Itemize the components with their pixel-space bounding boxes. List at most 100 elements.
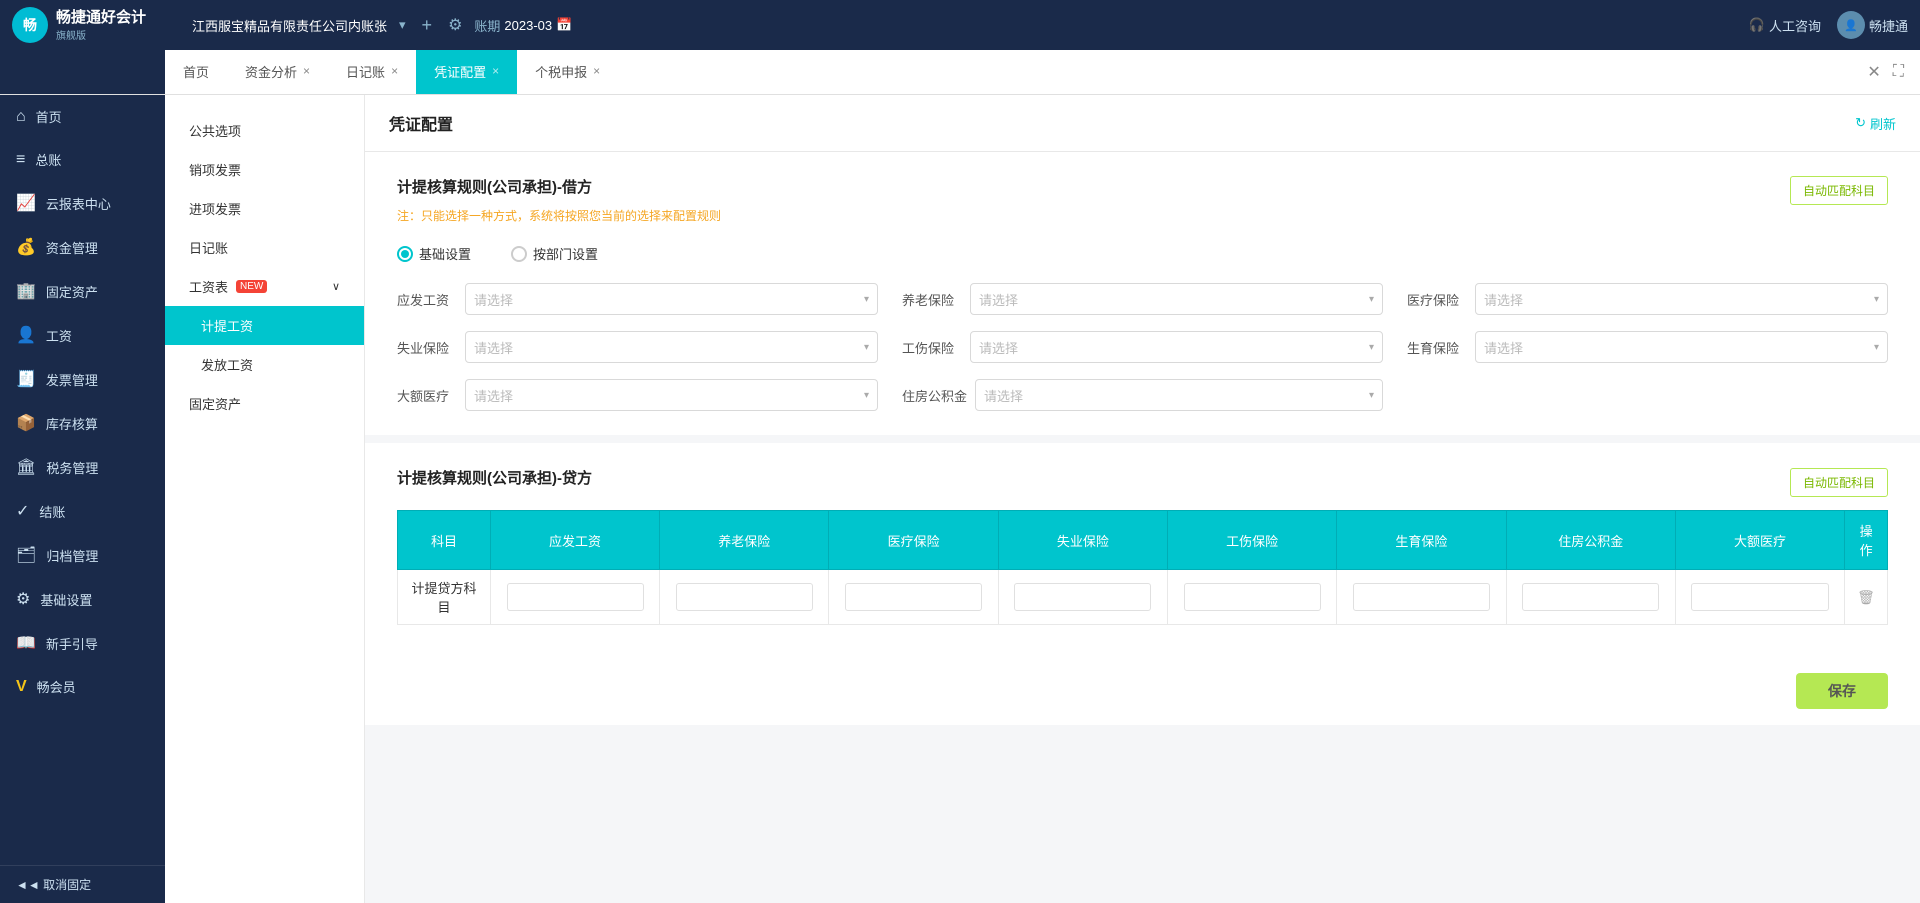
select-yingfa[interactable]: 请选择 ▾ <box>465 283 878 315</box>
refresh-button[interactable]: ↻ 刷新 <box>1855 114 1896 133</box>
company-dropdown-icon[interactable]: ▾ <box>399 17 406 33</box>
select-arrow-icon: ▾ <box>1369 294 1374 305</box>
tab-close-tax[interactable]: × <box>593 64 600 78</box>
left-panel-fixed-assets[interactable]: 固定资产 <box>165 384 364 423</box>
input-shiye[interactable] <box>1014 583 1151 611</box>
tab-journal[interactable]: 日记账 × <box>328 50 416 94</box>
label-yanglao: 养老保险 <box>902 290 962 309</box>
credit-table: 科目 应发工资 养老保险 医疗保险 失业保险 工伤保险 生育保险 住房公积金 大… <box>397 510 1888 625</box>
cell-shiye-input[interactable] <box>998 570 1167 625</box>
cell-zhufang-input[interactable] <box>1506 570 1675 625</box>
select-daeyiliao[interactable]: 请选择 ▾ <box>465 379 878 411</box>
select-arrow-icon: ▾ <box>864 342 869 353</box>
cell-gongshang-input[interactable] <box>1168 570 1337 625</box>
left-panel-purchase-invoice[interactable]: 进项发票 <box>165 189 364 228</box>
sidebar-item-salary[interactable]: 👤 工资 <box>0 313 165 357</box>
main-layout: ⌂ 首页 ≡ 总账 📈 云报表中心 💰 资金管理 🏢 固定资产 👤 工资 🧾 发… <box>0 95 1920 903</box>
debit-form-grid: 应发工资 请选择 ▾ 养老保险 请选择 ▾ 医疗 <box>397 283 1888 411</box>
settle-icon: ✓ <box>16 501 29 521</box>
expand-window-icon[interactable]: ⛶ <box>1893 63 1904 81</box>
input-zhufang[interactable] <box>1522 583 1659 611</box>
left-panel-sales-invoice[interactable]: 销项发票 <box>165 150 364 189</box>
calendar-icon[interactable]: 📅 <box>556 17 572 33</box>
top-bar: 畅 畅捷通好会计 旗舰版 江西服宝精品有限责任公司内账张 ▾ + ⚙ 账期 20… <box>0 0 1920 50</box>
cell-yiliao-input[interactable] <box>829 570 998 625</box>
radio-basic[interactable]: 基础设置 <box>397 244 471 263</box>
select-yiliao[interactable]: 请选择 ▾ <box>1475 283 1888 315</box>
cell-shengyu-input[interactable] <box>1337 570 1506 625</box>
sidebar-item-funds[interactable]: 💰 资金管理 <box>0 225 165 269</box>
sidebar-item-invoice[interactable]: 🧾 发票管理 <box>0 357 165 401</box>
left-panel-public[interactable]: 公共选项 <box>165 111 364 150</box>
credit-section-header: 计提核算规则(公司承担)-贷方 自动匹配科目 <box>397 467 1888 498</box>
select-zhufang[interactable]: 请选择 ▾ <box>975 379 1383 411</box>
main-content: 凭证配置 ↻ 刷新 计提核算规则(公司承担)-借方 注：只能选择一种方式，系统将… <box>365 95 1920 903</box>
user-area[interactable]: 👤 畅捷通 <box>1837 11 1908 39</box>
select-shiye[interactable]: 请选择 ▾ <box>465 331 878 363</box>
cell-delete-action[interactable]: 🗑 <box>1845 570 1888 625</box>
cell-daeyiliao-input[interactable] <box>1675 570 1844 625</box>
col-action: 操作 <box>1845 511 1888 570</box>
logo-sub: 旗舰版 <box>56 27 146 42</box>
sidebar-item-archive[interactable]: 🗂 归档管理 <box>0 533 165 577</box>
credit-section: 计提核算规则(公司承担)-贷方 自动匹配科目 科目 应发工资 养老保险 医疗保险… <box>365 443 1920 657</box>
tab-home[interactable]: 首页 <box>165 50 227 94</box>
gear-icon[interactable]: ⚙ <box>448 15 462 35</box>
inventory-icon: 📦 <box>16 413 36 433</box>
tab-close-voucher[interactable]: × <box>492 64 499 78</box>
archive-icon: 🗂 <box>16 545 36 565</box>
auto-match-credit-button[interactable]: 自动匹配科目 <box>1790 468 1888 497</box>
select-yanglao[interactable]: 请选择 ▾ <box>970 283 1383 315</box>
sidebar-item-settings[interactable]: ⚙ 基础设置 <box>0 577 165 621</box>
radio-group: 基础设置 按部门设置 <box>397 244 1888 263</box>
close-window-icon[interactable]: ✕ <box>1867 62 1880 82</box>
expand-arrow-icon[interactable]: ∨ <box>332 280 340 293</box>
label-zhufang: 住房公积金 <box>902 386 967 405</box>
cell-yingfa-input[interactable] <box>490 570 659 625</box>
sidebar-item-home[interactable]: ⌂ 首页 <box>0 95 165 138</box>
field-zhufang: 住房公积金 请选择 ▾ <box>902 379 1383 411</box>
left-panel-pay-salary[interactable]: 发放工资 <box>165 345 364 384</box>
debit-section: 计提核算规则(公司承担)-借方 注：只能选择一种方式，系统将按照您当前的选择来配… <box>365 152 1920 443</box>
sidebar-item-ledger[interactable]: ≡ 总账 <box>0 138 165 181</box>
input-yingfa[interactable] <box>507 583 644 611</box>
sidebar-item-inventory[interactable]: 📦 库存核算 <box>0 401 165 445</box>
ai-consult-button[interactable]: 🎧 人工咨询 <box>1749 16 1821 35</box>
tab-close-funds[interactable]: × <box>303 64 310 78</box>
save-button[interactable]: 保存 <box>1796 673 1888 709</box>
period-label: 账期 2023-03 📅 <box>474 16 572 35</box>
label-yingfa: 应发工资 <box>397 290 457 309</box>
auto-match-debit-button[interactable]: 自动匹配科目 <box>1790 176 1888 205</box>
input-daeyiliao[interactable] <box>1691 583 1828 611</box>
tab-close-journal[interactable]: × <box>391 64 398 78</box>
input-gongshang[interactable] <box>1184 583 1321 611</box>
cell-yanglao-input[interactable] <box>660 570 829 625</box>
sidebar-item-reports[interactable]: 📈 云报表中心 <box>0 181 165 225</box>
radio-basic-dot <box>401 250 409 258</box>
sidebar-item-tax[interactable]: 🏛 税务管理 <box>0 445 165 489</box>
select-gongshang[interactable]: 请选择 ▾ <box>970 331 1383 363</box>
radio-department[interactable]: 按部门设置 <box>511 244 598 263</box>
company-name: 江西服宝精品有限责任公司内账张 <box>192 16 387 35</box>
left-panel-salary-table[interactable]: 工资表 NEW ∨ <box>165 267 364 306</box>
left-panel-accrual-salary[interactable]: 计提工资 <box>165 306 364 345</box>
col-yanglao: 养老保险 <box>660 511 829 570</box>
tab-voucher[interactable]: 凭证配置 × <box>416 50 517 94</box>
delete-row-icon[interactable]: 🗑 <box>1857 589 1875 605</box>
input-shengyu[interactable] <box>1353 583 1490 611</box>
input-yanglao[interactable] <box>676 583 813 611</box>
sidebar-item-guide[interactable]: 📖 新手引导 <box>0 621 165 665</box>
sidebar-item-assets[interactable]: 🏢 固定资产 <box>0 269 165 313</box>
sidebar-item-member[interactable]: V 畅会员 <box>0 665 165 708</box>
add-button[interactable]: + <box>418 15 437 36</box>
tab-funds[interactable]: 资金分析 × <box>227 50 328 94</box>
cancel-fixed-button[interactable]: ◄◄ 取消固定 <box>0 865 165 903</box>
tab-tax[interactable]: 个税申报 × <box>517 50 618 94</box>
select-shengyu[interactable]: 请选择 ▾ <box>1475 331 1888 363</box>
top-bar-center: 江西服宝精品有限责任公司内账张 ▾ + ⚙ 账期 2023-03 📅 <box>172 15 1749 36</box>
sidebar-item-settle[interactable]: ✓ 结账 <box>0 489 165 533</box>
input-yiliao[interactable] <box>845 583 982 611</box>
reports-icon: 📈 <box>16 193 36 213</box>
col-yiliao: 医疗保险 <box>829 511 998 570</box>
left-panel-journal[interactable]: 日记账 <box>165 228 364 267</box>
